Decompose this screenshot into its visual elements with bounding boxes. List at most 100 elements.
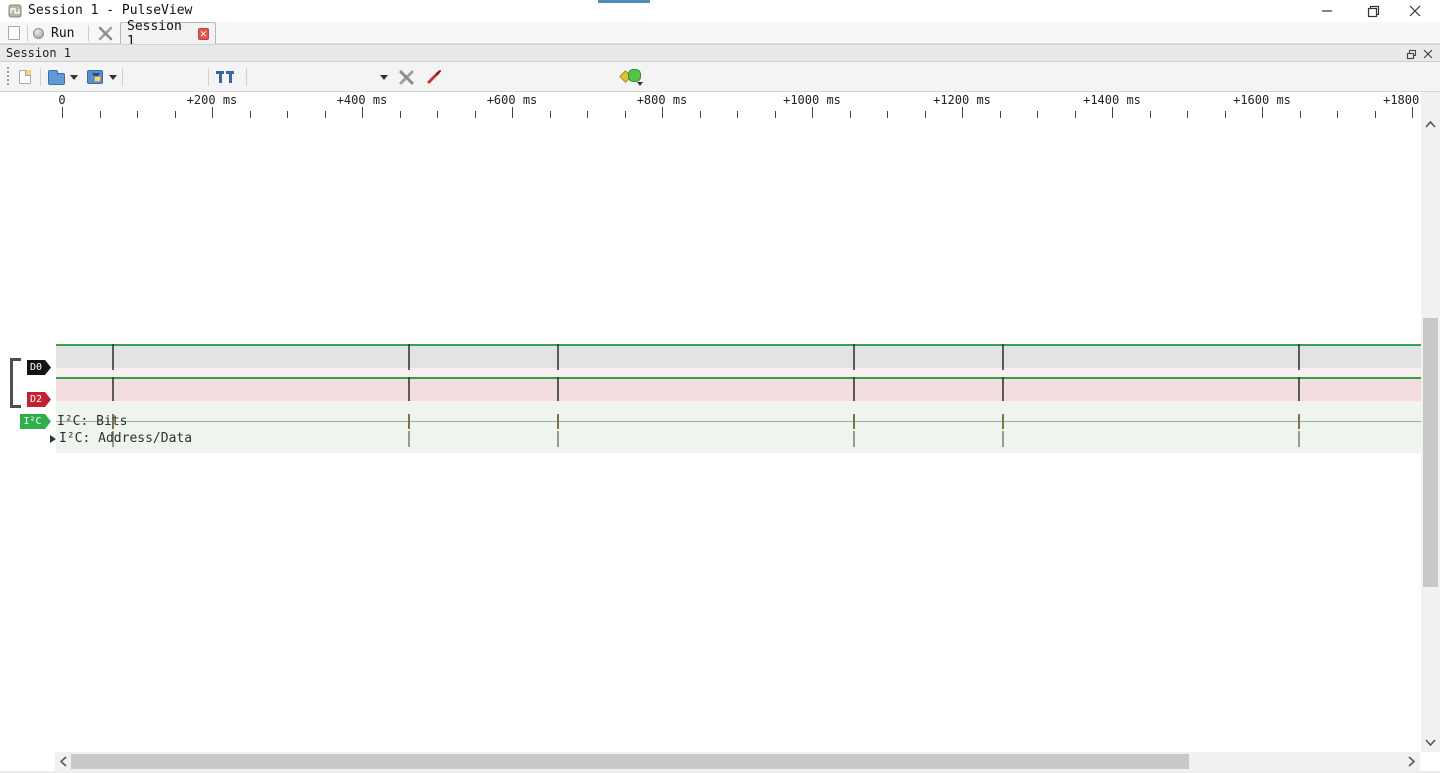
new-session-icon bbox=[8, 26, 20, 40]
expand-arrow-icon[interactable] bbox=[50, 435, 56, 443]
ruler-tick bbox=[587, 111, 588, 118]
show-sampling-points-button[interactable] bbox=[215, 71, 235, 83]
trace-d2-background bbox=[56, 368, 1421, 377]
horizontal-scrollbar[interactable] bbox=[55, 752, 1420, 771]
ruler-tick bbox=[812, 107, 813, 118]
ruler-label: +600 ms bbox=[486, 93, 538, 107]
ruler-tick bbox=[887, 111, 888, 118]
ruler-tick bbox=[99, 111, 101, 118]
signal-edge bbox=[557, 431, 559, 447]
channel-group-bracket[interactable] bbox=[10, 358, 21, 408]
pulseview-window: Session 1 - PulseView Run Session 1 ✕ Se… bbox=[0, 0, 1440, 773]
tab-close-button[interactable]: ✕ bbox=[197, 27, 209, 40]
ruler-tick bbox=[174, 111, 176, 118]
toolbar-drag-handle[interactable] bbox=[7, 67, 9, 87]
ruler-tick bbox=[1374, 111, 1376, 118]
vertical-scrollbar-thumb[interactable] bbox=[1423, 318, 1438, 587]
ruler-tick bbox=[1299, 111, 1301, 118]
new-view-icon bbox=[19, 70, 31, 84]
session-tab[interactable]: Session 1 ✕ bbox=[120, 19, 216, 49]
vertical-scrollbar[interactable] bbox=[1421, 92, 1440, 752]
signal-edge bbox=[1002, 377, 1004, 401]
separator bbox=[246, 68, 247, 86]
trace-view[interactable]: I²C: Bits I²C: Address/Data D0 D2 I²C bbox=[0, 118, 1421, 752]
signal-edge bbox=[853, 431, 855, 447]
ruler-tick bbox=[699, 111, 701, 118]
title-bar: Session 1 - PulseView bbox=[0, 0, 1440, 22]
channel-tag-d0[interactable]: D0 bbox=[27, 360, 51, 375]
decoder-trace-background bbox=[56, 404, 1421, 453]
channel-tag-i2c[interactable]: I²C bbox=[20, 414, 51, 429]
ruler-tick bbox=[474, 111, 476, 118]
scroll-down-button[interactable] bbox=[1421, 734, 1440, 750]
wrench-icon bbox=[98, 26, 112, 40]
ruler-tick bbox=[1037, 111, 1038, 118]
decoder-bits-row-line bbox=[56, 421, 1421, 422]
ruler-label: 0 bbox=[58, 93, 66, 107]
ruler-tick bbox=[774, 111, 776, 118]
wrench-icon bbox=[399, 70, 413, 84]
ruler-label: +200 ms bbox=[186, 93, 238, 107]
ruler-tick bbox=[399, 111, 401, 118]
signal-edge bbox=[1002, 344, 1004, 370]
ruler-tick bbox=[437, 111, 438, 118]
signal-edge bbox=[853, 344, 855, 370]
settings-button[interactable] bbox=[96, 25, 114, 41]
signal-edge bbox=[557, 414, 559, 429]
separator bbox=[40, 68, 41, 86]
channel-tag-d2[interactable]: D2 bbox=[27, 392, 51, 407]
configure-device-button[interactable] bbox=[396, 67, 416, 87]
ruler-tick bbox=[1112, 107, 1113, 118]
signal-edge bbox=[853, 377, 855, 401]
ruler-label: +400 ms bbox=[336, 93, 388, 107]
chevron-down-icon bbox=[109, 75, 117, 80]
signal-edge bbox=[1298, 431, 1300, 447]
ruler-tick bbox=[849, 111, 851, 118]
ruler-tick bbox=[287, 111, 288, 118]
horizontal-scrollbar-thumb[interactable] bbox=[71, 754, 1189, 769]
dock-float-button[interactable] bbox=[1404, 47, 1418, 61]
device-dropdown-arrow[interactable] bbox=[380, 75, 388, 80]
open-dropdown-button[interactable] bbox=[70, 75, 78, 80]
accent-strip bbox=[598, 0, 650, 3]
save-icon bbox=[87, 70, 103, 84]
ruler-tick bbox=[999, 111, 1001, 118]
scroll-up-button[interactable] bbox=[1421, 116, 1440, 132]
decoder-row-label-address-data[interactable]: I²C: Address/Data bbox=[59, 431, 192, 446]
save-button[interactable] bbox=[84, 68, 106, 86]
trace-d0[interactable] bbox=[56, 344, 1421, 370]
ruler-tick bbox=[137, 111, 138, 118]
signal-edge bbox=[557, 344, 559, 370]
pulse-icon bbox=[216, 71, 224, 83]
main-toolbar: Run Session 1 ✕ bbox=[0, 19, 1440, 49]
dock-close-button[interactable] bbox=[1421, 47, 1435, 61]
open-button[interactable] bbox=[45, 68, 67, 86]
ruler-tick bbox=[1337, 111, 1338, 118]
channels-button[interactable] bbox=[424, 67, 444, 87]
ruler-tick bbox=[662, 107, 663, 118]
ruler-label: +1400 ms bbox=[1083, 93, 1141, 107]
new-session-button[interactable] bbox=[5, 25, 23, 41]
run-button[interactable]: Run bbox=[33, 24, 74, 42]
time-ruler[interactable]: 0 +200 ms +400 ms +600 ms +800 ms +1000 ms +12… bbox=[0, 92, 1421, 118]
save-dropdown-button[interactable] bbox=[109, 75, 117, 80]
ruler-tick bbox=[924, 111, 926, 118]
ruler-tick bbox=[1262, 107, 1263, 118]
run-label: Run bbox=[51, 25, 75, 41]
decoder-row-label-bits[interactable]: I²C: Bits bbox=[57, 414, 127, 429]
close-button[interactable] bbox=[1398, 0, 1432, 22]
probe-icon bbox=[427, 70, 441, 84]
ruler-label: +1600 ms bbox=[1233, 93, 1291, 107]
ruler-label: +1800 ms bbox=[1383, 93, 1421, 107]
minimize-button[interactable] bbox=[1310, 0, 1344, 22]
decoder-dropdown-button[interactable] bbox=[637, 82, 643, 86]
new-view-button[interactable] bbox=[15, 68, 35, 86]
signal-edge bbox=[853, 414, 855, 429]
channel-tag-label: D0 bbox=[29, 362, 43, 373]
scroll-left-button[interactable] bbox=[55, 752, 71, 771]
restore-button[interactable] bbox=[1356, 0, 1390, 22]
signal-edge bbox=[408, 377, 410, 401]
scroll-right-button[interactable] bbox=[1403, 752, 1419, 771]
signal-edge bbox=[408, 344, 410, 370]
trace-d2[interactable] bbox=[56, 377, 1421, 401]
